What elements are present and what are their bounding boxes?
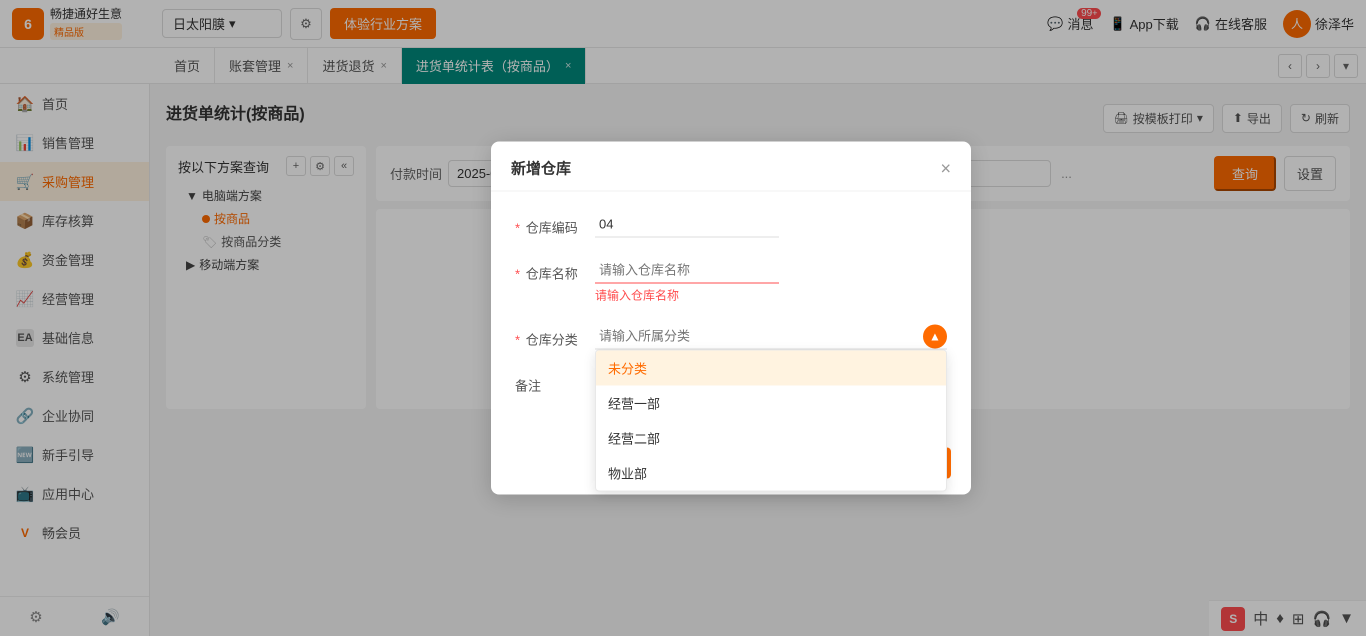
code-input[interactable]	[595, 212, 779, 238]
dropdown-item-property[interactable]: 物业部	[596, 456, 946, 491]
warehouse-category-field: * 仓库分类 ▲ 未分类 经营一部 经营二部 物业部	[515, 324, 947, 350]
modal-body: * 仓库编码 * 仓库名称 请输入仓库名称 * 仓库分类	[491, 192, 971, 436]
category-dropdown: ▲ 未分类 经营一部 经营二部 物业部	[595, 324, 947, 350]
name-label: * 仓库名称	[515, 258, 595, 283]
warehouse-name-field: * 仓库名称 请输入仓库名称	[515, 258, 947, 304]
dropdown-item-uncategorized[interactable]: 未分类	[596, 351, 946, 386]
note-label: 备注	[515, 370, 595, 395]
code-label: * 仓库编码	[515, 212, 595, 237]
modal-new-warehouse: 新增仓库 × * 仓库编码 * 仓库名称 请输入仓库名称	[491, 142, 971, 495]
category-input[interactable]	[595, 324, 923, 349]
dropdown-toggle-button[interactable]: ▲	[923, 324, 947, 348]
dropdown-item-dept1[interactable]: 经营一部	[596, 386, 946, 421]
name-input[interactable]	[595, 258, 779, 284]
category-label: * 仓库分类	[515, 324, 595, 349]
category-dropdown-list: 未分类 经营一部 经营二部 物业部	[595, 350, 947, 492]
name-error-message: 请输入仓库名称	[595, 287, 947, 304]
warehouse-code-field: * 仓库编码	[515, 212, 947, 238]
modal-close-button[interactable]: ×	[940, 159, 951, 177]
modal-title: 新增仓库	[511, 158, 571, 179]
modal-header: 新增仓库 ×	[491, 142, 971, 192]
dropdown-item-dept2[interactable]: 经营二部	[596, 421, 946, 456]
